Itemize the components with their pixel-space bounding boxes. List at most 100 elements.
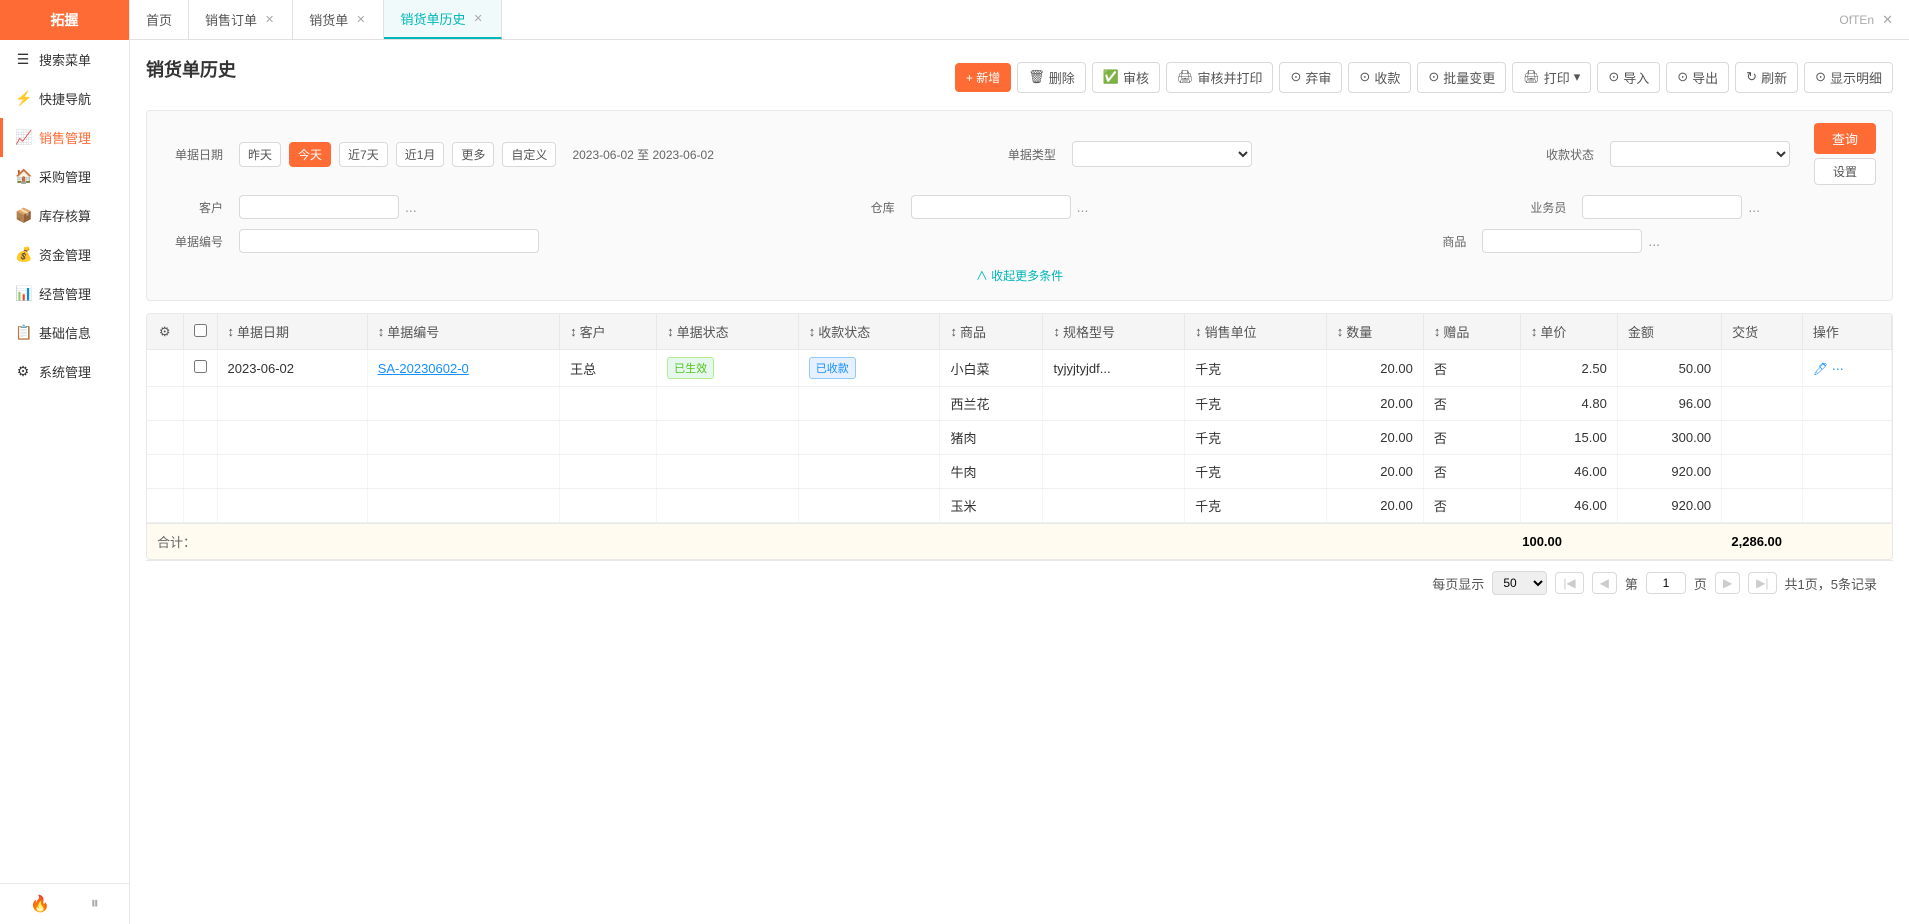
date-btn-custom[interactable]: 自定义 [502, 142, 556, 167]
last-page-button[interactable]: ▶| [1748, 572, 1776, 594]
cell-doc-status [657, 421, 799, 455]
sidebar-bottom-icon2[interactable]: ⏸ [91, 895, 99, 913]
sidebar-item-inventory[interactable]: 📦 库存核算 [0, 196, 129, 235]
sidebar-item-search[interactable]: ☰ 搜索菜单 [0, 40, 129, 79]
import-button[interactable]: ⊙ 导入 [1597, 62, 1660, 93]
cell-collect-status [798, 387, 940, 421]
cell-transaction [1722, 350, 1803, 387]
doc-type-select[interactable] [1072, 141, 1252, 167]
delete-button[interactable]: 🗑 删除 [1017, 62, 1086, 93]
per-page-select[interactable]: 50 100 [1492, 571, 1547, 595]
sidebar-item-basic[interactable]: 📋 基础信息 [0, 313, 129, 352]
next-page-button[interactable]: ▶ [1715, 572, 1740, 594]
collect-status-select[interactable] [1610, 141, 1790, 167]
filter-area: 单据日期 昨天 今天 近7天 近1月 更多 自定义 2023-06-02 至 2… [146, 110, 1893, 301]
review-button[interactable]: ✅ 审核 [1092, 62, 1160, 93]
date-btn-today[interactable]: 今天 [289, 142, 331, 167]
sidebar-item-finance[interactable]: 💰 资金管理 [0, 235, 129, 274]
inventory-icon: 📦 [15, 207, 31, 224]
tab-home[interactable]: 首页 [130, 0, 189, 39]
first-page-button[interactable]: |◀ [1555, 572, 1583, 594]
cell-goods: 小白菜 [940, 350, 1043, 387]
sidebar-item-label: 销售管理 [39, 128, 91, 147]
date-btn-yesterday[interactable]: 昨天 [239, 142, 281, 167]
date-btn-1month[interactable]: 近1月 [396, 142, 445, 167]
goods-input[interactable] [1482, 229, 1642, 253]
doc-no-link[interactable]: SA-20230602-0 [378, 361, 469, 376]
th-gear[interactable]: ⚙ [147, 314, 183, 350]
th-doc-no[interactable]: ↕ 单据编号 [367, 314, 559, 350]
salesperson-dots[interactable]: ... [1748, 199, 1760, 215]
action-edit[interactable]: 🖊 [1813, 362, 1828, 376]
th-customer[interactable]: ↕ 客户 [560, 314, 657, 350]
th-doc-status[interactable]: ↕ 单据状态 [657, 314, 799, 350]
table-body: 2023-06-02 SA-20230602-0 王总 已生效 已收款 小白菜 … [147, 350, 1892, 523]
query-button[interactable]: 查询 [1814, 123, 1876, 154]
select-all-checkbox[interactable] [194, 324, 207, 337]
setting-button[interactable]: 设置 [1814, 158, 1876, 185]
customer-input[interactable] [239, 195, 399, 219]
batch-change-button[interactable]: ⊙ 批量变更 [1417, 62, 1506, 93]
sidebar-item-purchase[interactable]: 🏠 采购管理 [0, 157, 129, 196]
tab-sales-order[interactable]: 销售订单 ✕ [189, 0, 293, 39]
customer-dots[interactable]: ... [405, 199, 417, 215]
abandon-button[interactable]: ⊙ 弃审 [1279, 62, 1342, 93]
sidebar-item-quick[interactable]: ⚡ 快捷导航 [0, 79, 129, 118]
th-unit[interactable]: ↕ 销售单位 [1185, 314, 1327, 350]
cell-doc-date: 2023-06-02 [217, 350, 367, 387]
sidebar-item-operations[interactable]: 📊 经营管理 [0, 274, 129, 313]
tab-sales-goods[interactable]: 销货单 ✕ [293, 0, 384, 39]
prev-page-button[interactable]: ◀ [1592, 572, 1617, 594]
tab-close-sales-history[interactable]: ✕ [472, 10, 485, 27]
refresh-button[interactable]: ↻ 刷新 [1735, 62, 1798, 93]
sidebar-item-system[interactable]: ⚙ 系统管理 [0, 352, 129, 391]
cell-gear [147, 421, 183, 455]
topbar-close-icon[interactable]: ✕ [1882, 12, 1893, 28]
warehouse-input[interactable] [911, 195, 1071, 219]
tab-close-sales-order[interactable]: ✕ [263, 11, 276, 28]
cell-gift: 否 [1423, 421, 1520, 455]
print-button[interactable]: 🖨 打印 ▾ [1512, 62, 1591, 93]
goods-dots[interactable]: ... [1648, 233, 1660, 249]
cell-unit: 千克 [1185, 387, 1327, 421]
sidebar-logo: 拓握 [0, 0, 129, 40]
delete-icon: 🗑 [1028, 69, 1045, 85]
cell-unit: 千克 [1185, 350, 1327, 387]
th-goods[interactable]: ↕ 商品 [940, 314, 1043, 350]
sidebar-bottom-icon1[interactable]: 🔥 [30, 894, 50, 914]
sidebar-item-sales[interactable]: 📈 销售管理 [0, 118, 129, 157]
action-more[interactable]: ⋯ [1832, 362, 1844, 376]
cell-amount: 920.00 [1617, 455, 1721, 489]
date-btn-more[interactable]: 更多 [452, 142, 494, 167]
tab-sales-history[interactable]: 销货单历史 ✕ [384, 0, 501, 39]
doc-no-input[interactable] [239, 229, 539, 253]
th-price[interactable]: ↕ 单价 [1520, 314, 1617, 350]
quick-icon: ⚡ [15, 90, 31, 107]
topbar: 首页 销售订单 ✕ 销货单 ✕ 销货单历史 ✕ OfTEn ✕ [130, 0, 1909, 40]
table-row: 牛肉 千克 20.00 否 46.00 920.00 [147, 455, 1892, 489]
th-qty[interactable]: ↕ 数量 [1326, 314, 1423, 350]
table-row: 玉米 千克 20.00 否 46.00 920.00 [147, 489, 1892, 523]
topbar-brand: OfTEn [1839, 13, 1874, 27]
salesperson-input[interactable] [1582, 195, 1742, 219]
th-transaction: 交货 [1722, 314, 1803, 350]
cell-checkbox [183, 455, 217, 489]
export-button[interactable]: ⊙ 导出 [1666, 62, 1729, 93]
tab-close-sales-goods[interactable]: ✕ [354, 11, 367, 28]
review-print-button[interactable]: 🖨 审核并打印 [1166, 62, 1274, 93]
cell-action [1802, 387, 1891, 421]
total-amount: 2,286.00 [1562, 534, 1782, 549]
date-btn-7days[interactable]: 近7天 [339, 142, 388, 167]
add-button[interactable]: + 新增 [955, 63, 1011, 92]
th-collect-status[interactable]: ↕ 收款状态 [798, 314, 940, 350]
row-checkbox[interactable] [194, 360, 207, 373]
th-doc-date[interactable]: ↕ 单据日期 [217, 314, 367, 350]
th-spec[interactable]: ↕ 规格型号 [1043, 314, 1185, 350]
filter-date-row: 昨天 今天 近7天 近1月 更多 自定义 2023-06-02 至 2023-0… [239, 142, 714, 167]
page-number-input[interactable] [1646, 572, 1686, 594]
show-detail-button[interactable]: ⊙ 显示明细 [1804, 62, 1893, 93]
warehouse-dots[interactable]: ... [1077, 199, 1089, 215]
collect-button[interactable]: ⊙ 收款 [1348, 62, 1411, 93]
th-gift[interactable]: ↕ 赠品 [1423, 314, 1520, 350]
filter-collapse[interactable]: ∧ 收起更多条件 [163, 263, 1876, 288]
